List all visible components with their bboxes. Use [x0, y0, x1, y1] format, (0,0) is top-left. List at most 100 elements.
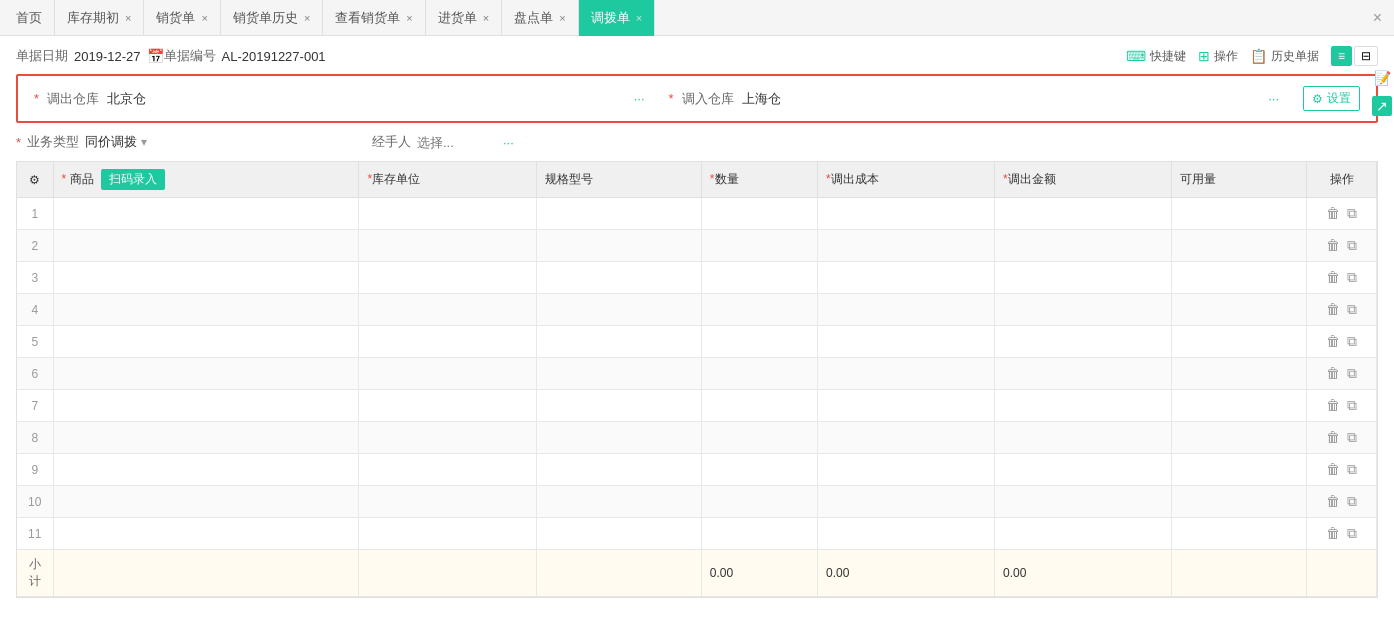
- available-cell[interactable]: [1172, 326, 1307, 358]
- product-cell[interactable]: [53, 518, 359, 550]
- available-cell[interactable]: [1172, 294, 1307, 326]
- product-cell[interactable]: [53, 230, 359, 262]
- unit-cell[interactable]: [359, 326, 536, 358]
- delete-icon[interactable]: 🗑: [1326, 333, 1340, 349]
- spec-cell[interactable]: [536, 454, 701, 486]
- available-cell[interactable]: [1172, 454, 1307, 486]
- setting-button[interactable]: ⚙ 设置: [1303, 86, 1360, 111]
- close-icon[interactable]: ×: [406, 12, 412, 24]
- amount-cell[interactable]: [995, 230, 1172, 262]
- product-cell[interactable]: [53, 422, 359, 454]
- copy-icon[interactable]: ⧉: [1347, 205, 1357, 221]
- out-warehouse-dots[interactable]: ···: [634, 91, 645, 106]
- business-type-select[interactable]: 同价调拨 ▾: [85, 133, 356, 151]
- cost-cell[interactable]: [817, 230, 994, 262]
- unit-cell[interactable]: [359, 358, 536, 390]
- delete-icon[interactable]: 🗑: [1326, 237, 1340, 253]
- cost-cell[interactable]: [817, 358, 994, 390]
- copy-icon[interactable]: ⧉: [1347, 365, 1357, 381]
- quantity-cell[interactable]: [701, 294, 817, 326]
- product-cell[interactable]: [53, 198, 359, 230]
- cost-cell[interactable]: [817, 486, 994, 518]
- quantity-cell[interactable]: [701, 262, 817, 294]
- copy-icon[interactable]: ⧉: [1347, 461, 1357, 477]
- quantity-cell[interactable]: [701, 518, 817, 550]
- unit-cell[interactable]: [359, 390, 536, 422]
- quantity-cell[interactable]: [701, 454, 817, 486]
- spec-cell[interactable]: [536, 326, 701, 358]
- close-icon[interactable]: ×: [201, 12, 207, 24]
- tab-inventory-init[interactable]: 库存期初 ×: [55, 0, 144, 36]
- tab-home[interactable]: 首页: [4, 0, 55, 36]
- tab-sales-order[interactable]: 销货单 ×: [144, 0, 220, 36]
- copy-icon[interactable]: ⧉: [1347, 397, 1357, 413]
- quantity-cell[interactable]: [701, 326, 817, 358]
- tab-sales-history[interactable]: 销货单历史 ×: [221, 0, 323, 36]
- product-cell[interactable]: [53, 262, 359, 294]
- notes-icon[interactable]: 📝: [1372, 68, 1392, 88]
- available-cell[interactable]: [1172, 390, 1307, 422]
- delete-icon[interactable]: 🗑: [1326, 397, 1340, 413]
- spec-cell[interactable]: [536, 198, 701, 230]
- operation-btn[interactable]: ⊞ 操作: [1198, 48, 1238, 65]
- unit-cell[interactable]: [359, 294, 536, 326]
- close-icon[interactable]: ×: [483, 12, 489, 24]
- available-cell[interactable]: [1172, 518, 1307, 550]
- product-cell[interactable]: [53, 454, 359, 486]
- copy-icon[interactable]: ⧉: [1347, 237, 1357, 253]
- tab-inventory-check[interactable]: 盘点单 ×: [502, 0, 578, 36]
- tab-view-sales[interactable]: 查看销货单 ×: [323, 0, 425, 36]
- unit-cell[interactable]: [359, 230, 536, 262]
- calendar-icon[interactable]: 📅: [147, 48, 164, 64]
- history-btn[interactable]: 📋 历史单据: [1250, 48, 1319, 65]
- available-cell[interactable]: [1172, 422, 1307, 454]
- delete-icon[interactable]: 🗑: [1326, 461, 1340, 477]
- product-cell[interactable]: [53, 326, 359, 358]
- gear-column-header[interactable]: ⚙: [17, 162, 53, 198]
- delete-icon[interactable]: 🗑: [1326, 365, 1340, 381]
- close-icon[interactable]: ×: [559, 12, 565, 24]
- product-cell[interactable]: [53, 486, 359, 518]
- close-icon[interactable]: ×: [125, 12, 131, 24]
- amount-cell[interactable]: [995, 454, 1172, 486]
- tab-transfer-order[interactable]: 调拨单 ×: [579, 0, 655, 36]
- unit-cell[interactable]: [359, 262, 536, 294]
- cost-cell[interactable]: [817, 326, 994, 358]
- window-close-button[interactable]: ×: [1373, 9, 1390, 27]
- amount-cell[interactable]: [995, 422, 1172, 454]
- cost-cell[interactable]: [817, 198, 994, 230]
- copy-icon[interactable]: ⧉: [1347, 429, 1357, 445]
- amount-cell[interactable]: [995, 518, 1172, 550]
- amount-cell[interactable]: [995, 486, 1172, 518]
- in-warehouse-dots[interactable]: ···: [1268, 91, 1279, 106]
- spec-cell[interactable]: [536, 390, 701, 422]
- copy-icon[interactable]: ⧉: [1347, 493, 1357, 509]
- close-icon[interactable]: ×: [636, 12, 642, 24]
- cost-cell[interactable]: [817, 454, 994, 486]
- unit-cell[interactable]: [359, 198, 536, 230]
- close-icon[interactable]: ×: [304, 12, 310, 24]
- spec-cell[interactable]: [536, 518, 701, 550]
- amount-cell[interactable]: [995, 198, 1172, 230]
- amount-cell[interactable]: [995, 262, 1172, 294]
- handler-input[interactable]: [417, 135, 497, 150]
- product-cell[interactable]: [53, 390, 359, 422]
- amount-cell[interactable]: [995, 358, 1172, 390]
- spec-cell[interactable]: [536, 230, 701, 262]
- amount-cell[interactable]: [995, 294, 1172, 326]
- unit-cell[interactable]: [359, 518, 536, 550]
- quantity-cell[interactable]: [701, 390, 817, 422]
- tab-purchase-order[interactable]: 进货单 ×: [426, 0, 502, 36]
- cost-cell[interactable]: [817, 390, 994, 422]
- cost-cell[interactable]: [817, 294, 994, 326]
- quantity-cell[interactable]: [701, 486, 817, 518]
- delete-icon[interactable]: 🗑: [1326, 493, 1340, 509]
- shortcut-btn[interactable]: ⌨ 快捷键: [1126, 48, 1186, 65]
- available-cell[interactable]: [1172, 230, 1307, 262]
- product-cell[interactable]: [53, 358, 359, 390]
- quantity-cell[interactable]: [701, 230, 817, 262]
- delete-icon[interactable]: 🗑: [1326, 429, 1340, 445]
- available-cell[interactable]: [1172, 358, 1307, 390]
- amount-cell[interactable]: [995, 390, 1172, 422]
- cost-cell[interactable]: [817, 422, 994, 454]
